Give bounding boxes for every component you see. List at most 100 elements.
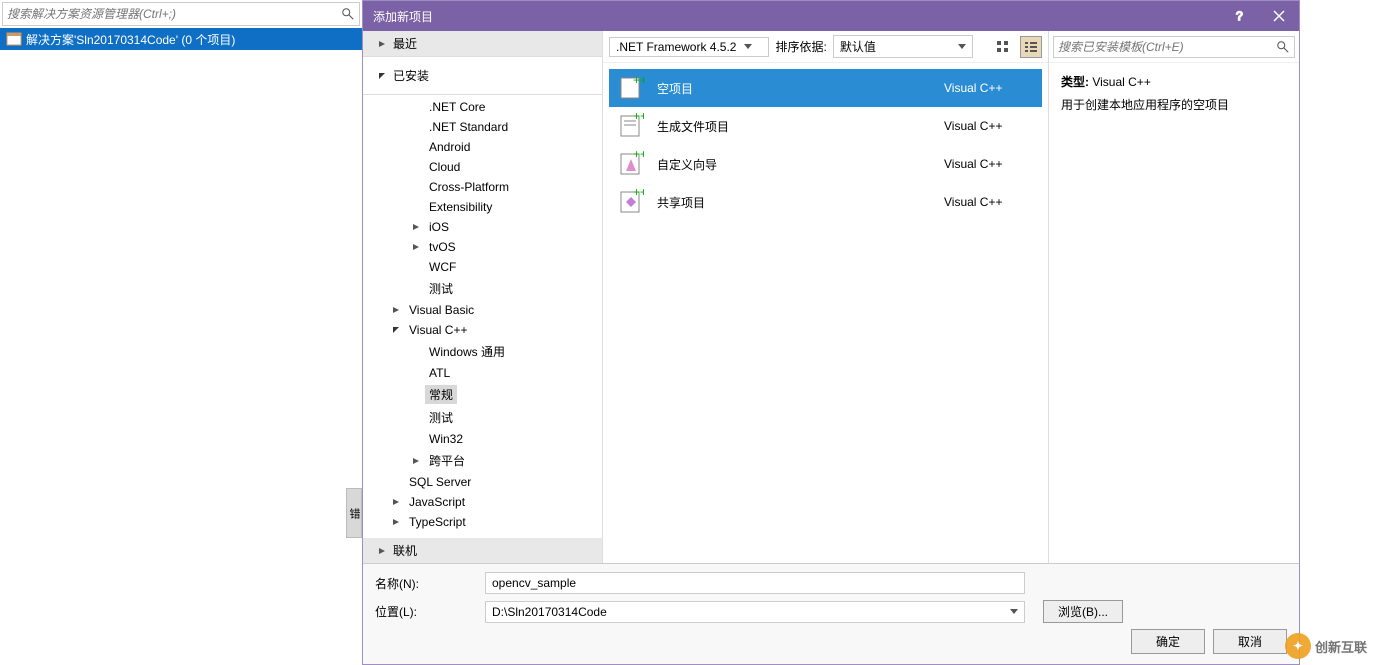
framework-select[interactable]: .NET Framework 4.5.2 xyxy=(609,37,769,57)
tree-node-label: SQL Server xyxy=(405,474,475,490)
svg-text:?: ? xyxy=(1236,10,1243,22)
tree-node[interactable]: JavaScript xyxy=(363,492,602,512)
location-label: 位置(L): xyxy=(375,603,475,620)
ok-button[interactable]: 确定 xyxy=(1131,629,1205,654)
tree-node[interactable]: 测试 xyxy=(363,277,602,300)
template-list: ++ 空项目 Visual C++ ++ 生成文件项目 Visual C++ ++ 自定义向导… xyxy=(603,63,1048,563)
add-new-project-dialog: 添加新项目 ? 最近 已安装 .NET Core .NET StandardAnd… xyxy=(362,0,1300,665)
tree-node[interactable]: 常规 xyxy=(363,383,602,406)
template-name: 自定义向导 xyxy=(657,156,932,173)
tree-node[interactable]: Cross-Platform xyxy=(363,177,602,197)
svg-text:++: ++ xyxy=(633,151,644,161)
template-row[interactable]: ++ 自定义向导 Visual C++ xyxy=(609,145,1042,183)
tree-node[interactable]: tvOS xyxy=(363,237,602,257)
template-center: .NET Framework 4.5.2 排序依据: 默认值 ++ 空项目 Visu… xyxy=(603,31,1049,563)
template-row[interactable]: ++ 生成文件项目 Visual C++ xyxy=(609,107,1042,145)
tree-node[interactable]: TypeScript xyxy=(363,512,602,532)
tree-node-label: 跨平台 xyxy=(425,451,469,470)
tree-node-label: 测试 xyxy=(425,408,457,427)
template-search xyxy=(1049,31,1299,63)
dialog-titlebar: 添加新项目 ? xyxy=(363,1,1299,31)
nav-recent[interactable]: 最近 xyxy=(363,31,602,56)
view-small-icons-button[interactable] xyxy=(992,36,1014,58)
tree-node[interactable]: Extensibility xyxy=(363,197,602,217)
location-combobox[interactable]: D:\Sln20170314Code xyxy=(485,601,1025,623)
dialog-footer: 名称(N): 位置(L): D:\Sln20170314Code 浏览(B)..… xyxy=(363,563,1299,664)
solution-root-label: 解决方案'Sln20170314Code' (0 个项目) xyxy=(26,31,235,48)
sort-select[interactable]: 默认值 xyxy=(833,35,973,58)
tree-node-label: Extensibility xyxy=(425,199,496,215)
template-wizard-icon: ++ xyxy=(617,150,645,178)
nav-installed[interactable]: 已安装 xyxy=(363,63,602,88)
caret-closed-icon xyxy=(391,497,401,507)
tree-node-label: Visual Basic xyxy=(405,302,478,318)
tree-node-label: 常规 xyxy=(425,385,457,404)
name-label: 名称(N): xyxy=(375,575,475,592)
tree-node[interactable]: SQL Server xyxy=(363,472,602,492)
tree-node-label: WCF xyxy=(425,259,460,275)
template-lang: Visual C++ xyxy=(944,157,1034,171)
template-name: 生成文件项目 xyxy=(657,118,932,135)
solution-icon xyxy=(6,31,22,47)
solution-search[interactable] xyxy=(2,2,360,26)
template-row[interactable]: ++空项目Visual C++ xyxy=(609,69,1042,107)
tree-node[interactable]: ATL xyxy=(363,363,602,383)
tree-node-label: ATL xyxy=(425,365,454,381)
nav-online-label: 联机 xyxy=(393,542,417,559)
search-icon xyxy=(341,7,355,21)
watermark-text: 创新互联 xyxy=(1315,637,1367,656)
browse-button[interactable]: 浏览(B)... xyxy=(1043,600,1123,623)
view-list-button[interactable] xyxy=(1020,36,1042,58)
tree-node-label: 测试 xyxy=(425,279,457,298)
dialog-title: 添加新项目 xyxy=(373,8,1219,25)
tree-node[interactable]: Visual Basic xyxy=(363,300,602,320)
template-info-panel: 类型: Visual C++ 用于创建本地应用程序的空项目 xyxy=(1049,31,1299,563)
info-type-value: Visual C++ xyxy=(1092,75,1150,89)
caret-open-icon xyxy=(391,325,401,335)
tree-node[interactable]: .NET Core xyxy=(363,97,602,117)
caret-closed-icon xyxy=(391,305,401,315)
name-input[interactable] xyxy=(485,572,1025,594)
error-list-tab[interactable]: 错 xyxy=(346,488,362,538)
tree-node[interactable]: WCF xyxy=(363,257,602,277)
nav-online[interactable]: 联机 xyxy=(363,538,602,563)
solution-search-input[interactable] xyxy=(7,7,341,21)
sort-label: 排序依据: xyxy=(775,38,826,55)
tree-node[interactable]: Visual C++ xyxy=(363,320,602,340)
help-button[interactable]: ? xyxy=(1219,1,1259,31)
tree-node[interactable]: iOS xyxy=(363,217,602,237)
info-description: 用于创建本地应用程序的空项目 xyxy=(1061,96,1287,113)
tree-node[interactable]: Android xyxy=(363,137,602,157)
tree-node[interactable]: 跨平台 xyxy=(363,449,602,472)
template-toolbar: .NET Framework 4.5.2 排序依据: 默认值 xyxy=(603,31,1048,63)
caret-closed-icon xyxy=(411,222,421,232)
tree-node[interactable]: .NET Standard xyxy=(363,117,602,137)
template-name: 空项目 xyxy=(657,80,932,97)
tree-node-label: Windows 通用 xyxy=(425,342,509,361)
close-button[interactable] xyxy=(1259,1,1299,31)
tree-node[interactable]: Windows 通用 xyxy=(363,340,602,363)
tree-node-label: TypeScript xyxy=(405,514,470,530)
template-search-input[interactable] xyxy=(1058,40,1276,54)
info-type-label: 类型: xyxy=(1061,75,1089,89)
template-lang: Visual C++ xyxy=(944,119,1034,133)
tree-node-label: Visual C++ xyxy=(405,322,471,338)
template-search-box[interactable] xyxy=(1053,36,1295,58)
svg-text:++: ++ xyxy=(633,113,644,123)
template-shared-icon: ++ xyxy=(617,188,645,216)
template-row[interactable]: ++共享项目Visual C++ xyxy=(609,183,1042,221)
nav-recent-label: 最近 xyxy=(393,35,417,52)
cancel-button[interactable]: 取消 xyxy=(1213,629,1287,654)
search-icon xyxy=(1276,40,1290,54)
tree-node-label: iOS xyxy=(425,219,453,235)
tree-node[interactable]: 测试 xyxy=(363,406,602,429)
solution-root-item[interactable]: 解决方案'Sln20170314Code' (0 个项目) xyxy=(0,28,362,50)
solution-explorer-panel: 解决方案'Sln20170314Code' (0 个项目) xyxy=(0,0,362,665)
caret-closed-icon xyxy=(391,517,401,527)
tree-node[interactable]: Win32 xyxy=(363,429,602,449)
tree-node[interactable]: Cloud xyxy=(363,157,602,177)
template-lang: Visual C++ xyxy=(944,81,1034,95)
template-lang: Visual C++ xyxy=(944,195,1034,209)
tree-node-label: .NET Core xyxy=(425,99,489,115)
tree-node-label: Cross-Platform xyxy=(425,179,513,195)
